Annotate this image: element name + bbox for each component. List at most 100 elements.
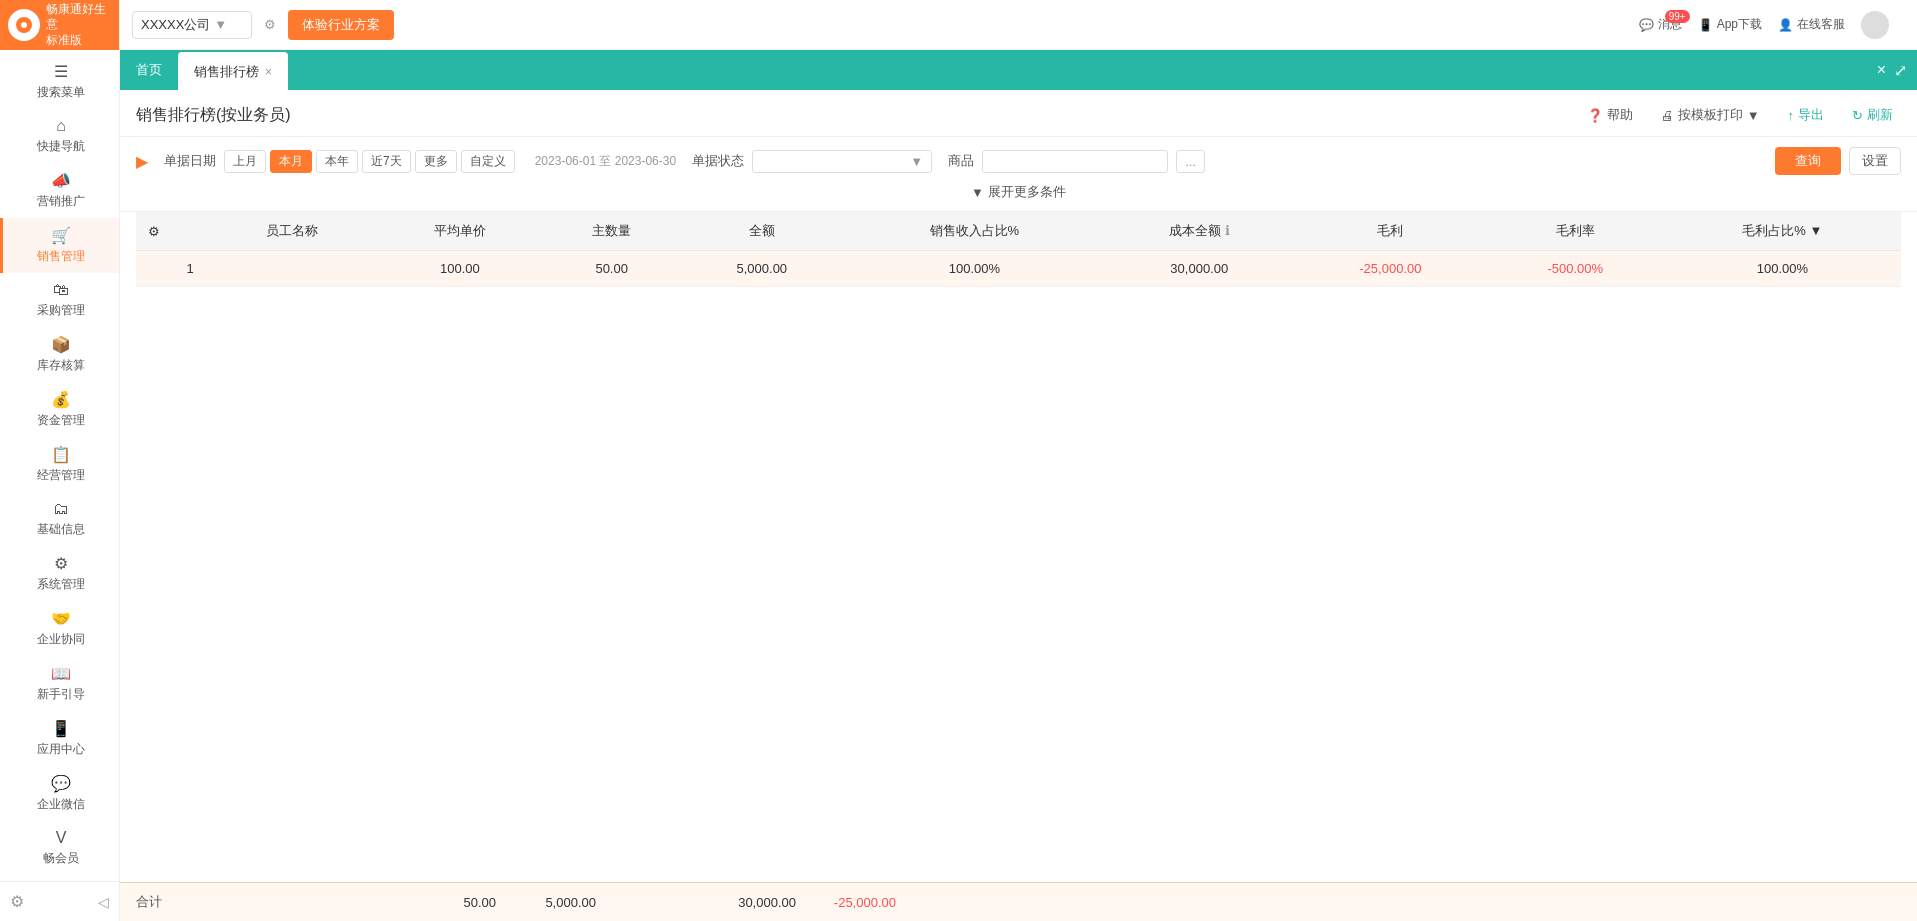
sidebar-item-9[interactable]: ⚙系统管理 — [0, 546, 119, 601]
query-button[interactable]: 查询 — [1775, 147, 1841, 175]
cell-amount: 5,000.00 — [680, 251, 844, 287]
print-dropdown-icon: ▼ — [1747, 108, 1760, 123]
tab-close-window-btn[interactable]: × — [1877, 61, 1886, 79]
cell-gross-rate: -500.00% — [1487, 251, 1664, 287]
topbar-message-btn[interactable]: 💬 消息 99+ — [1639, 16, 1682, 33]
trial-button[interactable]: 体验行业方案 — [288, 10, 394, 40]
settings-button[interactable]: 设置 — [1849, 147, 1901, 175]
filter-expand-arrow[interactable]: ▶ — [136, 152, 148, 171]
print-btn[interactable]: 🖨 按模板打印 ▼ — [1653, 102, 1768, 128]
sidebar-item-10[interactable]: 🤝企业协同 — [0, 601, 119, 656]
tab-home[interactable]: 首页 — [120, 50, 178, 90]
col-cost: 成本全额 ℹ — [1105, 212, 1294, 251]
sidebar-item-14[interactable]: V畅会员 — [0, 821, 119, 875]
sidebar-logo: 畅康通好生意 标准版 — [0, 0, 119, 50]
sidebar-label-6: 资金管理 — [37, 412, 85, 429]
sidebar-menu: ☰搜索菜单⌂快捷导航📣营销推广🛒销售管理🛍采购管理📦库存核算 💰 资金管理 📋经营管理… — [0, 50, 119, 881]
help-btn[interactable]: ❓ 帮助 — [1579, 102, 1641, 128]
sidebar-item-2[interactable]: 📣营销推广 — [0, 163, 119, 218]
sidebar-label-13: 企业微信 — [37, 796, 85, 813]
topbar-settings-icon[interactable]: ⚙ — [260, 13, 280, 36]
table-body: 1 100.00 50.00 5,000.00 100.00% 30,000.0… — [136, 251, 1901, 287]
table-area: ⚙ 员工名称 平均单价 主数量 全额 销售收入占比% 成本全额 ℹ 毛利 毛利率… — [120, 212, 1917, 882]
sidebar-collapse-icon[interactable]: ◁ — [98, 894, 109, 910]
date-btn-7days[interactable]: 近7天 — [362, 150, 411, 173]
cell-sales-pct: 100.00% — [844, 251, 1105, 287]
sidebar-label-11: 新手引导 — [37, 686, 85, 703]
tab-sales-ranking[interactable]: 销售排行榜 × — [178, 52, 288, 92]
tab-close-icon[interactable]: × — [265, 65, 272, 79]
logo-icon — [8, 9, 40, 41]
col-gross-rate: 毛利率 — [1487, 212, 1664, 251]
status-filter-label: 单据状态 — [692, 152, 744, 170]
sidebar-icon-6: 💰 — [51, 390, 71, 409]
sidebar: 畅康通好生意 标准版 ☰搜索菜单⌂快捷导航📣营销推广🛒销售管理🛍采购管理📦库存核… — [0, 0, 120, 921]
sidebar-label-5: 库存核算 — [37, 357, 85, 374]
refresh-btn[interactable]: ↻ 刷新 — [1844, 102, 1901, 128]
sidebar-item-0[interactable]: ☰搜索菜单 — [0, 54, 119, 109]
date-filter-label: 单据日期 — [164, 152, 216, 170]
table-footer: 合计 50.00 5,000.00 30,000.00 -25,000.00 — [120, 882, 1917, 921]
sidebar-label-7: 经营管理 — [37, 467, 85, 484]
filter-area: ▶ 单据日期 上月 本月 本年 近7天 更多 自定义 2023-06 — [120, 137, 1917, 212]
content: 销售排行榜(按业务员) ❓ 帮助 🖨 按模板打印 ▼ ↑ 导出 — [120, 90, 1917, 921]
col-gross-pct[interactable]: 毛利占比% ▼ — [1664, 212, 1901, 251]
logo-text: 畅康通好生意 标准版 — [46, 2, 111, 49]
page-actions: ❓ 帮助 🖨 按模板打印 ▼ ↑ 导出 ↻ 刷新 — [1579, 102, 1901, 128]
sidebar-item-8[interactable]: 🗂基础信息 — [0, 492, 119, 546]
sidebar-settings-icon[interactable]: ⚙ — [10, 892, 24, 911]
sidebar-label-3: 销售管理 — [37, 248, 85, 265]
sort-desc-icon: ▼ — [1810, 223, 1823, 238]
goods-input[interactable] — [982, 150, 1168, 173]
sidebar-label-1: 快捷导航 — [37, 138, 85, 155]
message-icon: 💬 — [1639, 18, 1654, 32]
export-btn[interactable]: ↑ 导出 — [1780, 102, 1833, 128]
col-settings[interactable]: ⚙ — [136, 212, 172, 251]
sidebar-label-0: 搜索菜单 — [37, 84, 85, 101]
goods-filter-label: 商品 — [948, 152, 974, 170]
sidebar-item-4[interactable]: 🛍采购管理 — [0, 273, 119, 327]
sidebar-item-7[interactable]: 📋经营管理 — [0, 437, 119, 492]
tab-maximize-btn[interactable]: ⤢ — [1894, 61, 1907, 80]
sidebar-label-4: 采购管理 — [37, 302, 85, 319]
expand-more-btn[interactable]: ▼ 展开更多条件 — [971, 183, 1066, 201]
topbar: XXXXX公司 ▼ ⚙ 体验行业方案 💬 消息 99+ 📱 App下载 👤 在线… — [120, 0, 1917, 50]
date-btn-this-year[interactable]: 本年 — [316, 150, 358, 173]
table-head: ⚙ 员工名称 平均单价 主数量 全额 销售收入占比% 成本全额 ℹ 毛利 毛利率… — [136, 212, 1901, 251]
help-icon: ❓ — [1587, 108, 1603, 123]
page-title: 销售排行榜(按业务员) — [136, 105, 291, 126]
company-selector[interactable]: XXXXX公司 ▼ — [132, 11, 252, 39]
sidebar-bottom: ⚙ ◁ — [0, 881, 119, 921]
topbar-app-download[interactable]: 📱 App下载 — [1698, 16, 1762, 33]
col-sales-pct: 销售收入占比% — [844, 212, 1105, 251]
expand-icon: ▼ — [971, 185, 984, 200]
date-btn-custom[interactable]: 自定义 — [461, 150, 515, 173]
sidebar-item-12[interactable]: 📱应用中心 — [0, 711, 119, 766]
date-btn-more[interactable]: 更多 — [415, 150, 457, 173]
company-name: XXXXX公司 — [141, 16, 210, 34]
user-avatar[interactable] — [1861, 11, 1889, 39]
footer-amount: 5,000.00 — [516, 895, 596, 910]
footer-cost: 30,000.00 — [716, 895, 796, 910]
sidebar-item-11[interactable]: 📖新手引导 — [0, 656, 119, 711]
company-dropdown-icon: ▼ — [214, 17, 227, 32]
date-btn-this-month[interactable]: 本月 — [270, 150, 312, 173]
status-select[interactable]: ▼ — [752, 150, 932, 173]
topbar-online-service[interactable]: 👤 在线客服 — [1778, 16, 1845, 33]
cell-name — [208, 251, 376, 287]
date-btn-last-month[interactable]: 上月 — [224, 150, 266, 173]
footer-gross: -25,000.00 — [816, 895, 896, 910]
sidebar-item-6[interactable]: 💰 资金管理 — [0, 382, 119, 437]
sidebar-item-5[interactable]: 📦库存核算 — [0, 327, 119, 382]
sidebar-item-13[interactable]: 💬企业微信 — [0, 766, 119, 821]
sidebar-icon-12: 📱 — [51, 719, 71, 738]
sidebar-item-1[interactable]: ⌂快捷导航 — [0, 109, 119, 163]
cost-info-icon[interactable]: ℹ — [1225, 223, 1230, 238]
sidebar-item-3[interactable]: 🛒销售管理 — [0, 218, 119, 273]
sidebar-label-2: 营销推广 — [37, 193, 85, 210]
goods-more-icon[interactable]: ... — [1176, 150, 1205, 173]
sidebar-label-10: 企业协同 — [37, 631, 85, 648]
sidebar-icon-8: 🗂 — [53, 500, 69, 518]
cell-gross: -25,000.00 — [1294, 251, 1487, 287]
sidebar-icon-9: ⚙ — [54, 554, 68, 573]
